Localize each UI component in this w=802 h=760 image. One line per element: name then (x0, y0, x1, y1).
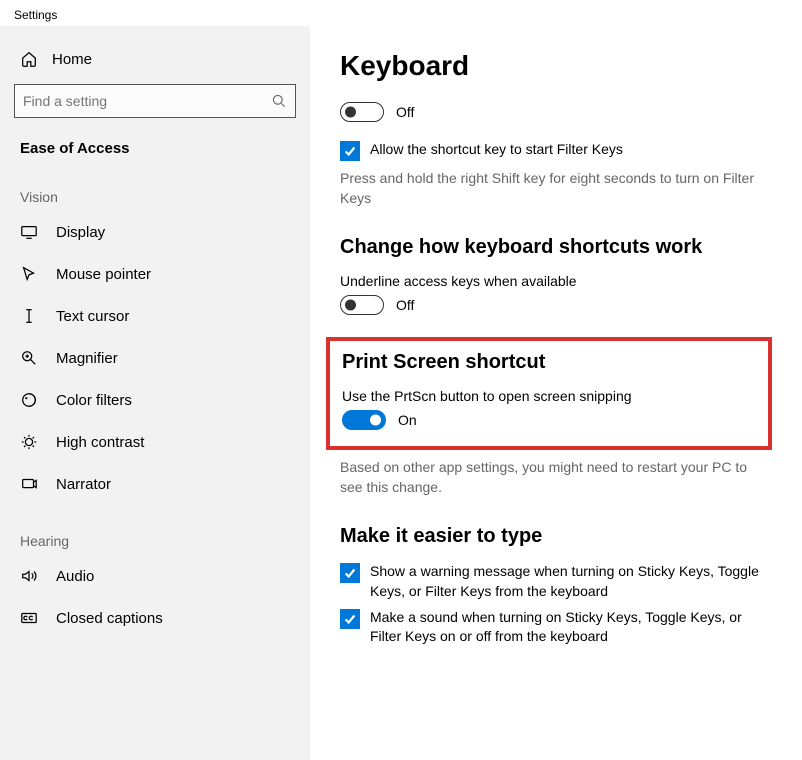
sidebar-item-label: Closed captions (56, 610, 163, 627)
home-icon (20, 50, 38, 68)
sidebar-item-label: Magnifier (56, 350, 118, 367)
sidebar-item-label: Color filters (56, 392, 132, 409)
search-input[interactable] (14, 84, 296, 118)
prtscn-label: Use the PrtScn button to open screen sni… (342, 388, 756, 404)
search-field[interactable] (23, 93, 271, 109)
toggle-state-label: Off (396, 297, 414, 313)
filter-keys-shortcut-checkbox[interactable] (340, 141, 360, 161)
sidebar-category: Ease of Access (0, 128, 310, 161)
prtscn-hint: Based on other app settings, you might n… (340, 458, 772, 497)
sidebar: Home Ease of Access Vision Display (0, 26, 310, 760)
toggle-state-label: Off (396, 104, 414, 120)
group-hearing: Hearing (0, 505, 310, 555)
sidebar-item-audio[interactable]: Audio (0, 555, 310, 597)
checkbox-label: Show a warning message when turning on S… (370, 562, 772, 601)
sidebar-item-magnifier[interactable]: Magnifier (0, 337, 310, 379)
sidebar-item-closed-captions[interactable]: Closed captions (0, 597, 310, 639)
audio-icon (20, 567, 38, 585)
display-icon (20, 223, 38, 241)
window-title: Settings (0, 0, 802, 26)
nav-home[interactable]: Home (0, 40, 310, 78)
sidebar-item-label: Audio (56, 568, 94, 585)
group-vision: Vision (0, 161, 310, 211)
underline-access-keys-toggle[interactable] (340, 295, 384, 315)
highlight-annotation: Print Screen shortcut Use the PrtScn but… (326, 337, 772, 450)
nav-home-label: Home (52, 51, 92, 68)
section-prtscn: Print Screen shortcut (342, 351, 756, 374)
page-title: Keyboard (340, 50, 772, 82)
filter-keys-hint: Press and hold the right Shift key for e… (340, 169, 772, 208)
sidebar-item-high-contrast[interactable]: High contrast (0, 421, 310, 463)
magnifier-icon (20, 349, 38, 367)
sidebar-item-label: Mouse pointer (56, 266, 151, 283)
high-contrast-icon (20, 433, 38, 451)
section-shortcuts: Change how keyboard shortcuts work (340, 236, 772, 259)
toggle-state-label: On (398, 412, 417, 428)
sidebar-item-label: Text cursor (56, 308, 129, 325)
narrator-icon (20, 475, 38, 493)
sidebar-item-label: Narrator (56, 476, 111, 493)
text-cursor-icon (20, 307, 38, 325)
prtscn-toggle[interactable] (342, 410, 386, 430)
sidebar-item-mouse-pointer[interactable]: Mouse pointer (0, 253, 310, 295)
search-icon (271, 93, 287, 109)
sidebar-item-text-cursor[interactable]: Text cursor (0, 295, 310, 337)
section-easier-type: Make it easier to type (340, 525, 772, 548)
checkbox-label: Make a sound when turning on Sticky Keys… (370, 608, 772, 647)
make-sound-checkbox[interactable] (340, 609, 360, 629)
sidebar-item-color-filters[interactable]: Color filters (0, 379, 310, 421)
filter-keys-toggle[interactable] (340, 102, 384, 122)
closed-captions-icon (20, 609, 38, 627)
sidebar-item-label: Display (56, 224, 105, 241)
sidebar-item-display[interactable]: Display (0, 211, 310, 253)
checkbox-label: Allow the shortcut key to start Filter K… (370, 140, 623, 160)
warning-message-checkbox[interactable] (340, 563, 360, 583)
main-content: Keyboard Off Allow the shortcut key to s… (310, 26, 802, 760)
underline-access-keys-label: Underline access keys when available (340, 273, 772, 289)
mouse-pointer-icon (20, 265, 38, 283)
sidebar-item-label: High contrast (56, 434, 144, 451)
color-filters-icon (20, 391, 38, 409)
sidebar-item-narrator[interactable]: Narrator (0, 463, 310, 505)
